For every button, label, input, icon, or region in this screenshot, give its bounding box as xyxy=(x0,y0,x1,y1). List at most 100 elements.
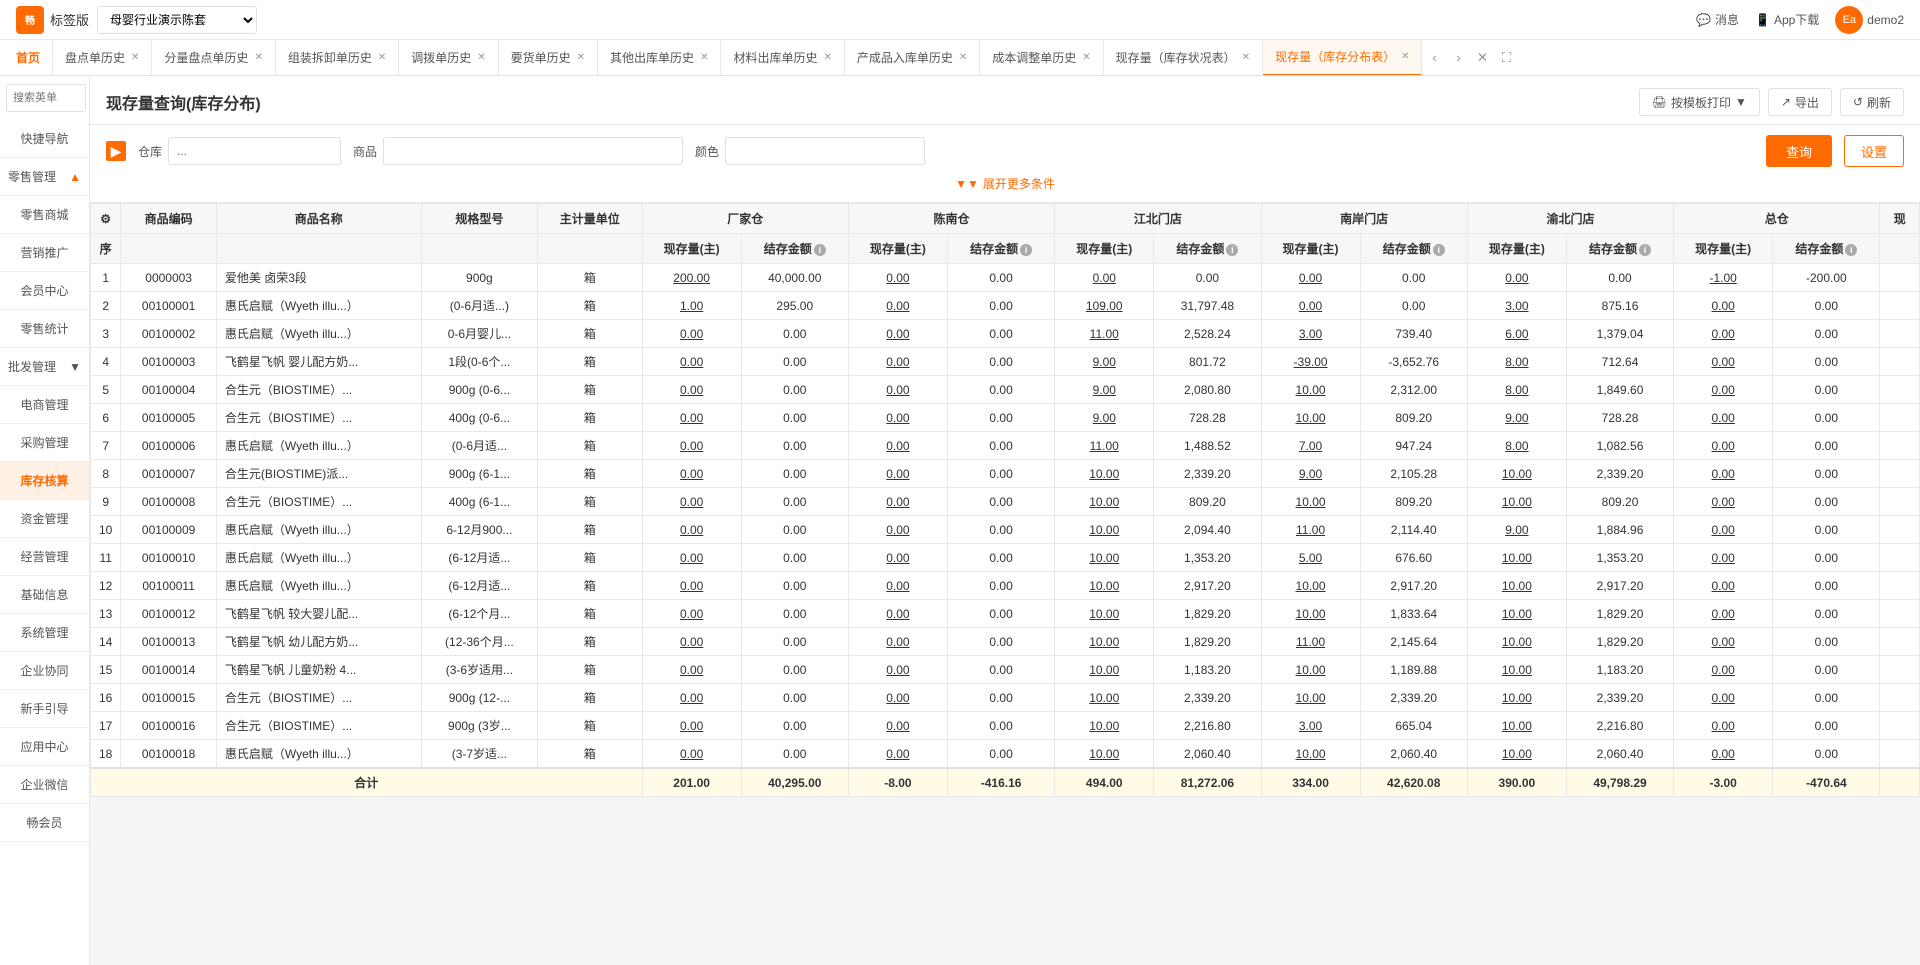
chennan-qty-cell[interactable]: 0.00 xyxy=(848,320,947,348)
factory-qty-cell[interactable]: 0.00 xyxy=(642,432,741,460)
yubei-qty-cell[interactable]: 10.00 xyxy=(1467,712,1566,740)
yubei-qty-cell[interactable]: 10.00 xyxy=(1467,656,1566,684)
factory-qty-cell[interactable]: 0.00 xyxy=(642,488,741,516)
jiangbei-qty-cell[interactable]: 9.00 xyxy=(1055,376,1154,404)
tab-sub-inventory[interactable]: 分量盘点单历史 ✕ xyxy=(152,40,275,76)
jiangbei-qty-cell[interactable]: 10.00 xyxy=(1055,516,1154,544)
nantan-qty-cell[interactable]: 11.00 xyxy=(1261,628,1360,656)
nantan-qty-cell[interactable]: 9.00 xyxy=(1261,460,1360,488)
setting-btn[interactable]: 设置 xyxy=(1844,135,1904,167)
tab-requisition-close[interactable]: ✕ xyxy=(577,52,585,63)
sidebar-item-retail-mgmt[interactable]: 零售管理 ▲ xyxy=(0,158,89,196)
chennan-qty-cell[interactable]: 0.00 xyxy=(848,516,947,544)
tab-material-out-close[interactable]: ✕ xyxy=(823,52,831,63)
total-qty-cell[interactable]: 0.00 xyxy=(1674,460,1773,488)
sidebar-item-member2[interactable]: 畅会员 xyxy=(0,804,89,842)
chennan-amt-info-icon[interactable]: i xyxy=(1020,244,1032,256)
tab-inventory-count[interactable]: 盘点单历史 ✕ xyxy=(53,40,152,76)
nantan-qty-cell[interactable]: 10.00 xyxy=(1261,404,1360,432)
tab-stock-status-close[interactable]: ✕ xyxy=(1242,52,1250,63)
factory-qty-cell[interactable]: 0.00 xyxy=(642,516,741,544)
download-btn[interactable]: 📱 App下载 xyxy=(1755,11,1819,28)
yubei-qty-cell[interactable]: 10.00 xyxy=(1467,460,1566,488)
chennan-qty-cell[interactable]: 0.00 xyxy=(848,600,947,628)
expand-more-btn[interactable]: ▼▼ 展开更多条件 xyxy=(955,175,1055,192)
yubei-qty-cell[interactable]: 10.00 xyxy=(1467,488,1566,516)
chennan-qty-cell[interactable]: 0.00 xyxy=(848,488,947,516)
chennan-qty-cell[interactable]: 0.00 xyxy=(848,292,947,320)
yubei-qty-cell[interactable]: 8.00 xyxy=(1467,432,1566,460)
tab-stock-status[interactable]: 现存量（库存状况表） ✕ xyxy=(1104,40,1263,76)
sidebar-item-app-center[interactable]: 应用中心 xyxy=(0,728,89,766)
table-scroll-wrapper[interactable]: ⚙ 商品编码 商品名称 规格型号 主计量单位 厂家仓 陈南仓 江北门店 南岸门店… xyxy=(90,203,1920,965)
nantan-qty-cell[interactable]: 0.00 xyxy=(1261,292,1360,320)
yubei-qty-cell[interactable]: 0.00 xyxy=(1467,264,1566,292)
factory-qty-cell[interactable]: 200.00 xyxy=(642,264,741,292)
sidebar-item-system[interactable]: 系统管理 xyxy=(0,614,89,652)
yubei-qty-cell[interactable]: 10.00 xyxy=(1467,572,1566,600)
tab-stock-dist-close[interactable]: ✕ xyxy=(1401,51,1409,62)
total-qty-cell[interactable]: 0.00 xyxy=(1674,292,1773,320)
yubei-qty-cell[interactable]: 10.00 xyxy=(1467,628,1566,656)
factory-amt-info-icon[interactable]: i xyxy=(814,244,826,256)
query-btn[interactable]: 查询 xyxy=(1766,135,1832,167)
jiangbei-qty-cell[interactable]: 9.00 xyxy=(1055,348,1154,376)
tab-next-btn[interactable]: › xyxy=(1446,40,1470,76)
factory-qty-cell[interactable]: 1.00 xyxy=(642,292,741,320)
tab-cost-adjust-close[interactable]: ✕ xyxy=(1082,52,1090,63)
total-qty-cell[interactable]: 0.00 xyxy=(1674,516,1773,544)
factory-qty-cell[interactable]: 0.00 xyxy=(642,376,741,404)
total-qty-cell[interactable]: 0.00 xyxy=(1674,544,1773,572)
sidebar-item-wholesale[interactable]: 批发管理 ▼ xyxy=(0,348,89,386)
jiangbei-amt-info-icon[interactable]: i xyxy=(1226,244,1238,256)
tab-requisition[interactable]: 要货单历史 ✕ xyxy=(499,40,598,76)
factory-qty-cell[interactable]: 0.00 xyxy=(642,656,741,684)
print-btn[interactable]: 🖨 按模板打印 ▼ xyxy=(1639,88,1760,116)
total-qty-cell[interactable]: 0.00 xyxy=(1674,432,1773,460)
total-qty-cell[interactable]: 0.00 xyxy=(1674,656,1773,684)
nantan-qty-cell[interactable]: 10.00 xyxy=(1261,656,1360,684)
yubei-qty-cell[interactable]: 8.00 xyxy=(1467,376,1566,404)
nantan-qty-cell[interactable]: 10.00 xyxy=(1261,488,1360,516)
total-qty-cell[interactable]: 0.00 xyxy=(1674,628,1773,656)
total-qty-cell[interactable]: 0.00 xyxy=(1674,712,1773,740)
chennan-qty-cell[interactable]: 0.00 xyxy=(848,404,947,432)
sidebar-item-finance[interactable]: 资金管理 xyxy=(0,500,89,538)
factory-qty-cell[interactable]: 0.00 xyxy=(642,544,741,572)
sidebar-item-marketing[interactable]: 营销推广 xyxy=(0,234,89,272)
sidebar-item-member[interactable]: 会员中心 xyxy=(0,272,89,310)
org-dropdown[interactable]: 母婴行业演示陈套 xyxy=(97,6,257,34)
factory-qty-cell[interactable]: 0.00 xyxy=(642,684,741,712)
factory-qty-cell[interactable]: 0.00 xyxy=(642,404,741,432)
factory-qty-cell[interactable]: 0.00 xyxy=(642,572,741,600)
jiangbei-qty-cell[interactable]: 11.00 xyxy=(1055,432,1154,460)
nantan-qty-cell[interactable]: 10.00 xyxy=(1261,572,1360,600)
factory-qty-cell[interactable]: 0.00 xyxy=(642,600,741,628)
jiangbei-qty-cell[interactable]: 10.00 xyxy=(1055,628,1154,656)
tab-assembly-close[interactable]: ✕ xyxy=(378,52,386,63)
chennan-qty-cell[interactable]: 0.00 xyxy=(848,348,947,376)
tab-other-out[interactable]: 其他出库单历史 ✕ xyxy=(598,40,721,76)
jiangbei-qty-cell[interactable]: 0.00 xyxy=(1055,264,1154,292)
tab-prev-btn[interactable]: ‹ xyxy=(1422,40,1446,76)
total-qty-cell[interactable]: 0.00 xyxy=(1674,376,1773,404)
jiangbei-qty-cell[interactable]: 10.00 xyxy=(1055,684,1154,712)
tab-other-out-close[interactable]: ✕ xyxy=(700,52,708,63)
yubei-qty-cell[interactable]: 9.00 xyxy=(1467,404,1566,432)
total-qty-cell[interactable]: 0.00 xyxy=(1674,740,1773,769)
jiangbei-qty-cell[interactable]: 11.00 xyxy=(1055,320,1154,348)
total-qty-cell[interactable]: 0.00 xyxy=(1674,488,1773,516)
chennan-qty-cell[interactable]: 0.00 xyxy=(848,656,947,684)
factory-qty-cell[interactable]: 0.00 xyxy=(642,712,741,740)
sidebar-item-ops[interactable]: 经营管理 xyxy=(0,538,89,576)
chennan-qty-cell[interactable]: 0.00 xyxy=(848,572,947,600)
nantan-qty-cell[interactable]: 3.00 xyxy=(1261,712,1360,740)
total-qty-cell[interactable]: 0.00 xyxy=(1674,404,1773,432)
jiangbei-qty-cell[interactable]: 10.00 xyxy=(1055,600,1154,628)
chennan-qty-cell[interactable]: 0.00 xyxy=(848,376,947,404)
yubei-amt-info-icon[interactable]: i xyxy=(1639,244,1651,256)
nantan-qty-cell[interactable]: 10.00 xyxy=(1261,600,1360,628)
jiangbei-qty-cell[interactable]: 9.00 xyxy=(1055,404,1154,432)
search-input[interactable] xyxy=(6,84,86,112)
nantan-qty-cell[interactable]: 10.00 xyxy=(1261,740,1360,769)
